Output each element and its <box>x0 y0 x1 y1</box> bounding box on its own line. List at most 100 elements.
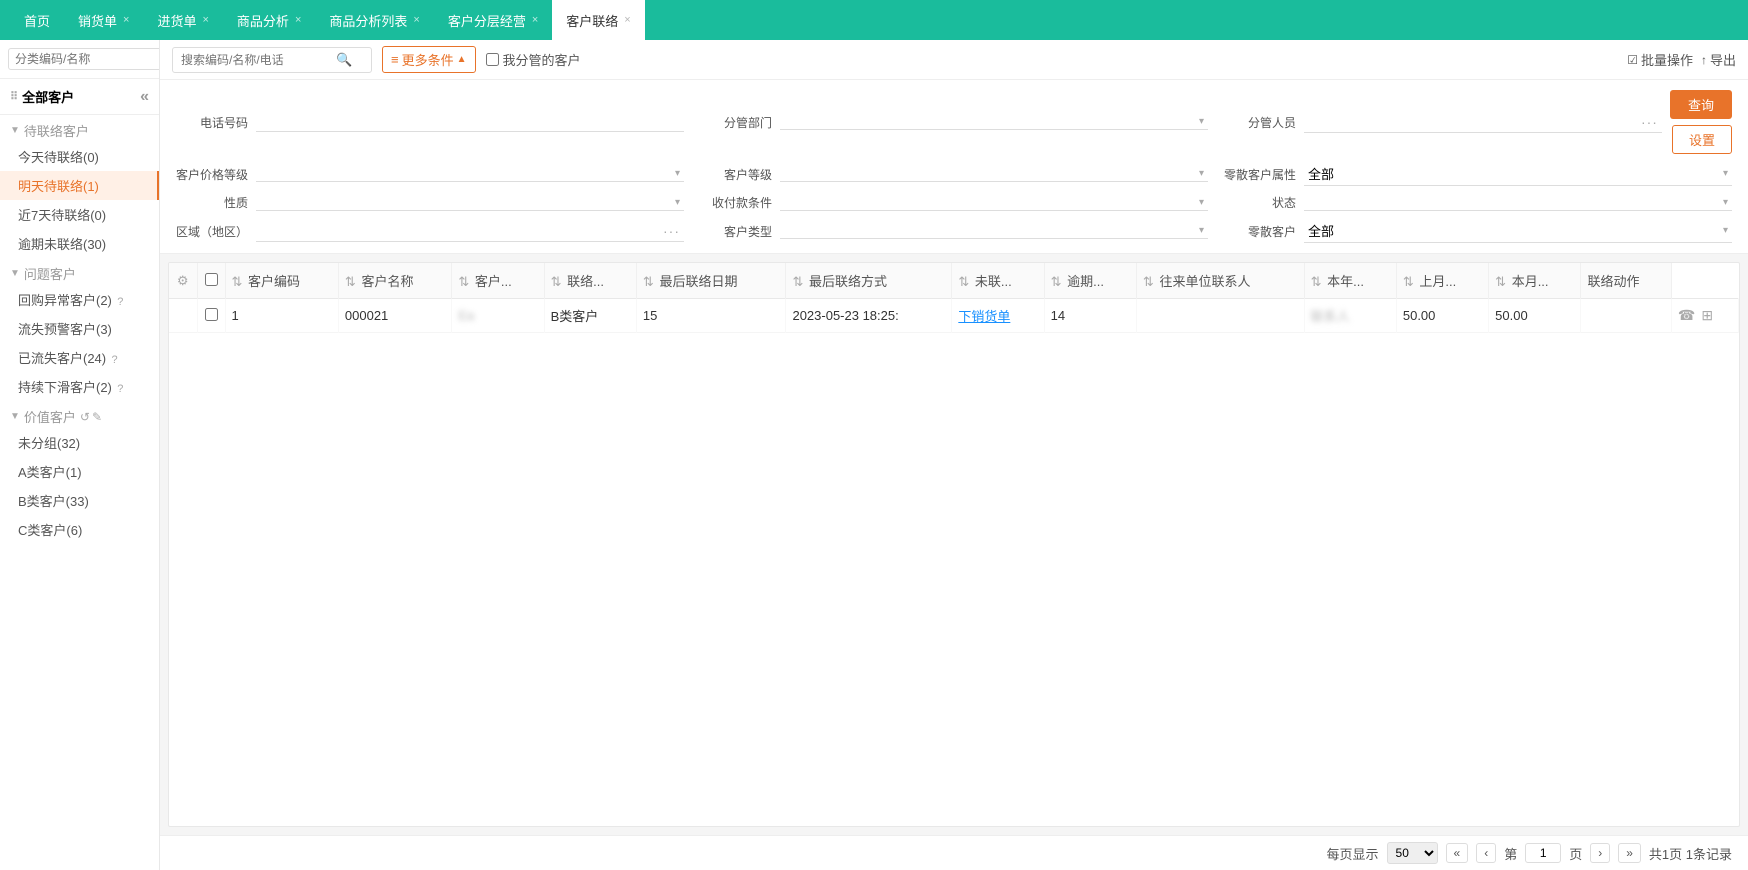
sidebar-section-problem[interactable]: ▼ 问题客户 <box>0 258 159 285</box>
my-customers-check[interactable] <box>486 53 499 66</box>
close-icon[interactable]: × <box>202 14 208 26</box>
sidebar-item-class-c[interactable]: C类客户(6) <box>0 515 159 544</box>
nav-purchase-order[interactable]: 进货单 × <box>143 0 222 40</box>
sidebar-item-class-b[interactable]: B类客户(33) <box>0 486 159 515</box>
filter-payment-row: 收付款条件 ▾ <box>700 194 1208 211</box>
sidebar-item-churned[interactable]: 已流失客户(24) ? <box>0 343 159 372</box>
export-btn[interactable]: ↑ 导出 <box>1701 50 1736 69</box>
filter-customer-level-select[interactable]: ▾ <box>780 166 1208 182</box>
nav-sales-order[interactable]: 销货单 × <box>64 0 143 40</box>
row-checkbox[interactable] <box>197 299 225 333</box>
close-icon[interactable]: × <box>413 14 419 26</box>
filter-nature-select[interactable]: ▾ <box>256 195 684 211</box>
sort-icon[interactable]: ⇅ <box>643 274 654 289</box>
table-settings-icon[interactable]: ⚙ <box>169 263 197 299</box>
sidebar-item-today-pending[interactable]: 今天待联络(0) <box>0 142 159 171</box>
close-icon[interactable]: × <box>532 14 538 26</box>
col-header-contact-person: ⇅ 往来单位联系人 <box>1136 263 1304 299</box>
query-btn[interactable]: 查询 <box>1670 90 1732 119</box>
qr-icon[interactable]: ⊞ <box>1701 307 1713 324</box>
filter-price-level-select[interactable]: ▾ <box>256 166 684 182</box>
row-contact-person: 联系人 <box>1304 299 1396 333</box>
nav-product-analysis-list[interactable]: 商品分析列表 × <box>315 0 433 40</box>
dots-icon: ··· <box>1641 114 1658 130</box>
close-icon[interactable]: × <box>295 14 301 26</box>
filter-region-select[interactable]: ··· <box>256 221 684 242</box>
sidebar-item-class-a[interactable]: A类客户(1) <box>0 457 159 486</box>
sort-icon[interactable]: ⇅ <box>458 274 469 289</box>
sort-icon[interactable]: ⇅ <box>1403 274 1414 289</box>
collapse-icon[interactable]: « <box>140 88 149 106</box>
sort-icon[interactable]: ⇅ <box>792 274 803 289</box>
page-label: 第 <box>1504 844 1517 863</box>
sidebar-item-overdue-pending[interactable]: 逾期未联络(30) <box>0 229 159 258</box>
sidebar-search-input[interactable] <box>8 48 160 70</box>
chevron-up-icon: ▲ <box>457 54 467 65</box>
sort-icon[interactable]: ⇅ <box>232 274 243 289</box>
filter-retail-attr-select[interactable]: 全部 ▾ <box>1304 162 1732 186</box>
filter-payment-label: 收付款条件 <box>700 194 772 211</box>
close-icon[interactable]: × <box>624 14 630 26</box>
sort-icon[interactable]: ⇅ <box>1143 274 1154 289</box>
sidebar-search-area: 🔍 <box>0 40 159 79</box>
select-all-checkbox[interactable] <box>205 273 218 286</box>
first-page-btn[interactable]: « <box>1446 843 1469 863</box>
close-icon[interactable]: × <box>123 14 129 26</box>
table-header-row: ⚙ ⇅ 客户编码 ⇅ 客户名称 ⇅ 客户... <box>169 263 1739 299</box>
next-page-btn[interactable]: › <box>1590 843 1610 863</box>
top-nav: 首页 销货单 × 进货单 × 商品分析 × 商品分析列表 × 客户分层经营 × … <box>0 0 1748 40</box>
nav-customer-contact[interactable]: 客户联络 × <box>552 0 644 40</box>
sidebar-item-declining[interactable]: 持续下滑客户(2) ? <box>0 372 159 401</box>
filter-status-select[interactable]: ▾ <box>1304 195 1732 211</box>
sort-icon[interactable]: ⇅ <box>551 274 562 289</box>
sort-icon[interactable]: ⇅ <box>1311 274 1322 289</box>
filter-icon: ≡ <box>391 52 399 67</box>
bulk-action-btn[interactable]: ☑ 批量操作 <box>1627 50 1693 69</box>
filter-person-select[interactable]: ··· <box>1304 112 1662 133</box>
table-checkbox-all[interactable] <box>197 263 225 299</box>
filter-retail-attr-label: 零散客户属性 <box>1224 166 1296 183</box>
content-area: 🔍 ≡ 更多条件 ▲ 我分管的客户 ☑ 批量操作 ↑ 导出 <box>160 40 1748 870</box>
sidebar-item-ungrouped[interactable]: 未分组(32) <box>0 428 159 457</box>
sidebar-item-churn-warning[interactable]: 流失预警客户(3) <box>0 314 159 343</box>
pagination-bar: 每页显示 50 100 200 « ‹ 第 页 › » 共1页 1条记录 <box>160 835 1748 870</box>
sidebar-section-value[interactable]: ▼ 价值客户 ↺ ✎ <box>0 401 159 428</box>
setting-btn[interactable]: 设置 <box>1672 125 1732 154</box>
nav-home[interactable]: 首页 <box>10 0 64 40</box>
sort-icon[interactable]: ⇅ <box>1495 274 1506 289</box>
filter-status-row: 状态 ▾ <box>1224 194 1732 211</box>
sort-icon[interactable]: ⇅ <box>1051 274 1062 289</box>
sort-icon[interactable]: ⇅ <box>958 274 969 289</box>
search-input[interactable] <box>181 53 336 67</box>
sidebar-item-tomorrow-pending[interactable]: 明天待联络(1) <box>0 171 159 200</box>
last-page-btn[interactable]: » <box>1618 843 1641 863</box>
per-page-select[interactable]: 50 100 200 <box>1387 842 1438 864</box>
filter-customer-level-row: 客户等级 ▾ <box>700 162 1208 186</box>
filter-customer-type-label: 客户类型 <box>700 223 772 240</box>
prev-page-btn[interactable]: ‹ <box>1476 843 1496 863</box>
search-icon[interactable]: 🔍 <box>336 52 352 68</box>
filter-dept-select[interactable]: ▾ <box>780 114 1208 130</box>
my-customers-checkbox[interactable]: 我分管的客户 <box>486 50 581 69</box>
filter-retail-select[interactable]: 全部 ▾ <box>1304 219 1732 243</box>
sidebar-item-repurchase-abnormal[interactable]: 回购异常客户(2) ? <box>0 285 159 314</box>
row-type: B类客户 <box>544 299 636 333</box>
export-icon: ↑ <box>1701 53 1707 67</box>
filter-phone-input[interactable] <box>256 113 684 132</box>
sidebar-section-pending[interactable]: ▼ 待联络客户 <box>0 115 159 142</box>
filter-price-level-row: 客户价格等级 ▾ <box>176 162 684 186</box>
page-number-input[interactable] <box>1525 843 1561 863</box>
more-conditions-btn[interactable]: ≡ 更多条件 ▲ <box>382 46 476 73</box>
sidebar-item-7days-pending[interactable]: 近7天待联络(0) <box>0 200 159 229</box>
nav-customer-segment[interactable]: 客户分层经营 × <box>434 0 552 40</box>
filter-payment-select[interactable]: ▾ <box>780 195 1208 211</box>
filter-bar: 🔍 ≡ 更多条件 ▲ 我分管的客户 ☑ 批量操作 ↑ 导出 <box>160 40 1748 80</box>
row-select-checkbox[interactable] <box>205 308 218 321</box>
nav-product-analysis[interactable]: 商品分析 × <box>223 0 315 40</box>
sort-icon[interactable]: ⇅ <box>345 274 356 289</box>
filter-dept-label: 分管部门 <box>700 114 772 131</box>
page-suffix: 页 <box>1569 844 1582 863</box>
sidebar-all-customers[interactable]: ⠿ 全部客户 « <box>0 79 159 115</box>
phone-icon[interactable]: ☎ <box>1678 307 1695 324</box>
filter-customer-type-select[interactable]: ▾ <box>780 223 1208 239</box>
